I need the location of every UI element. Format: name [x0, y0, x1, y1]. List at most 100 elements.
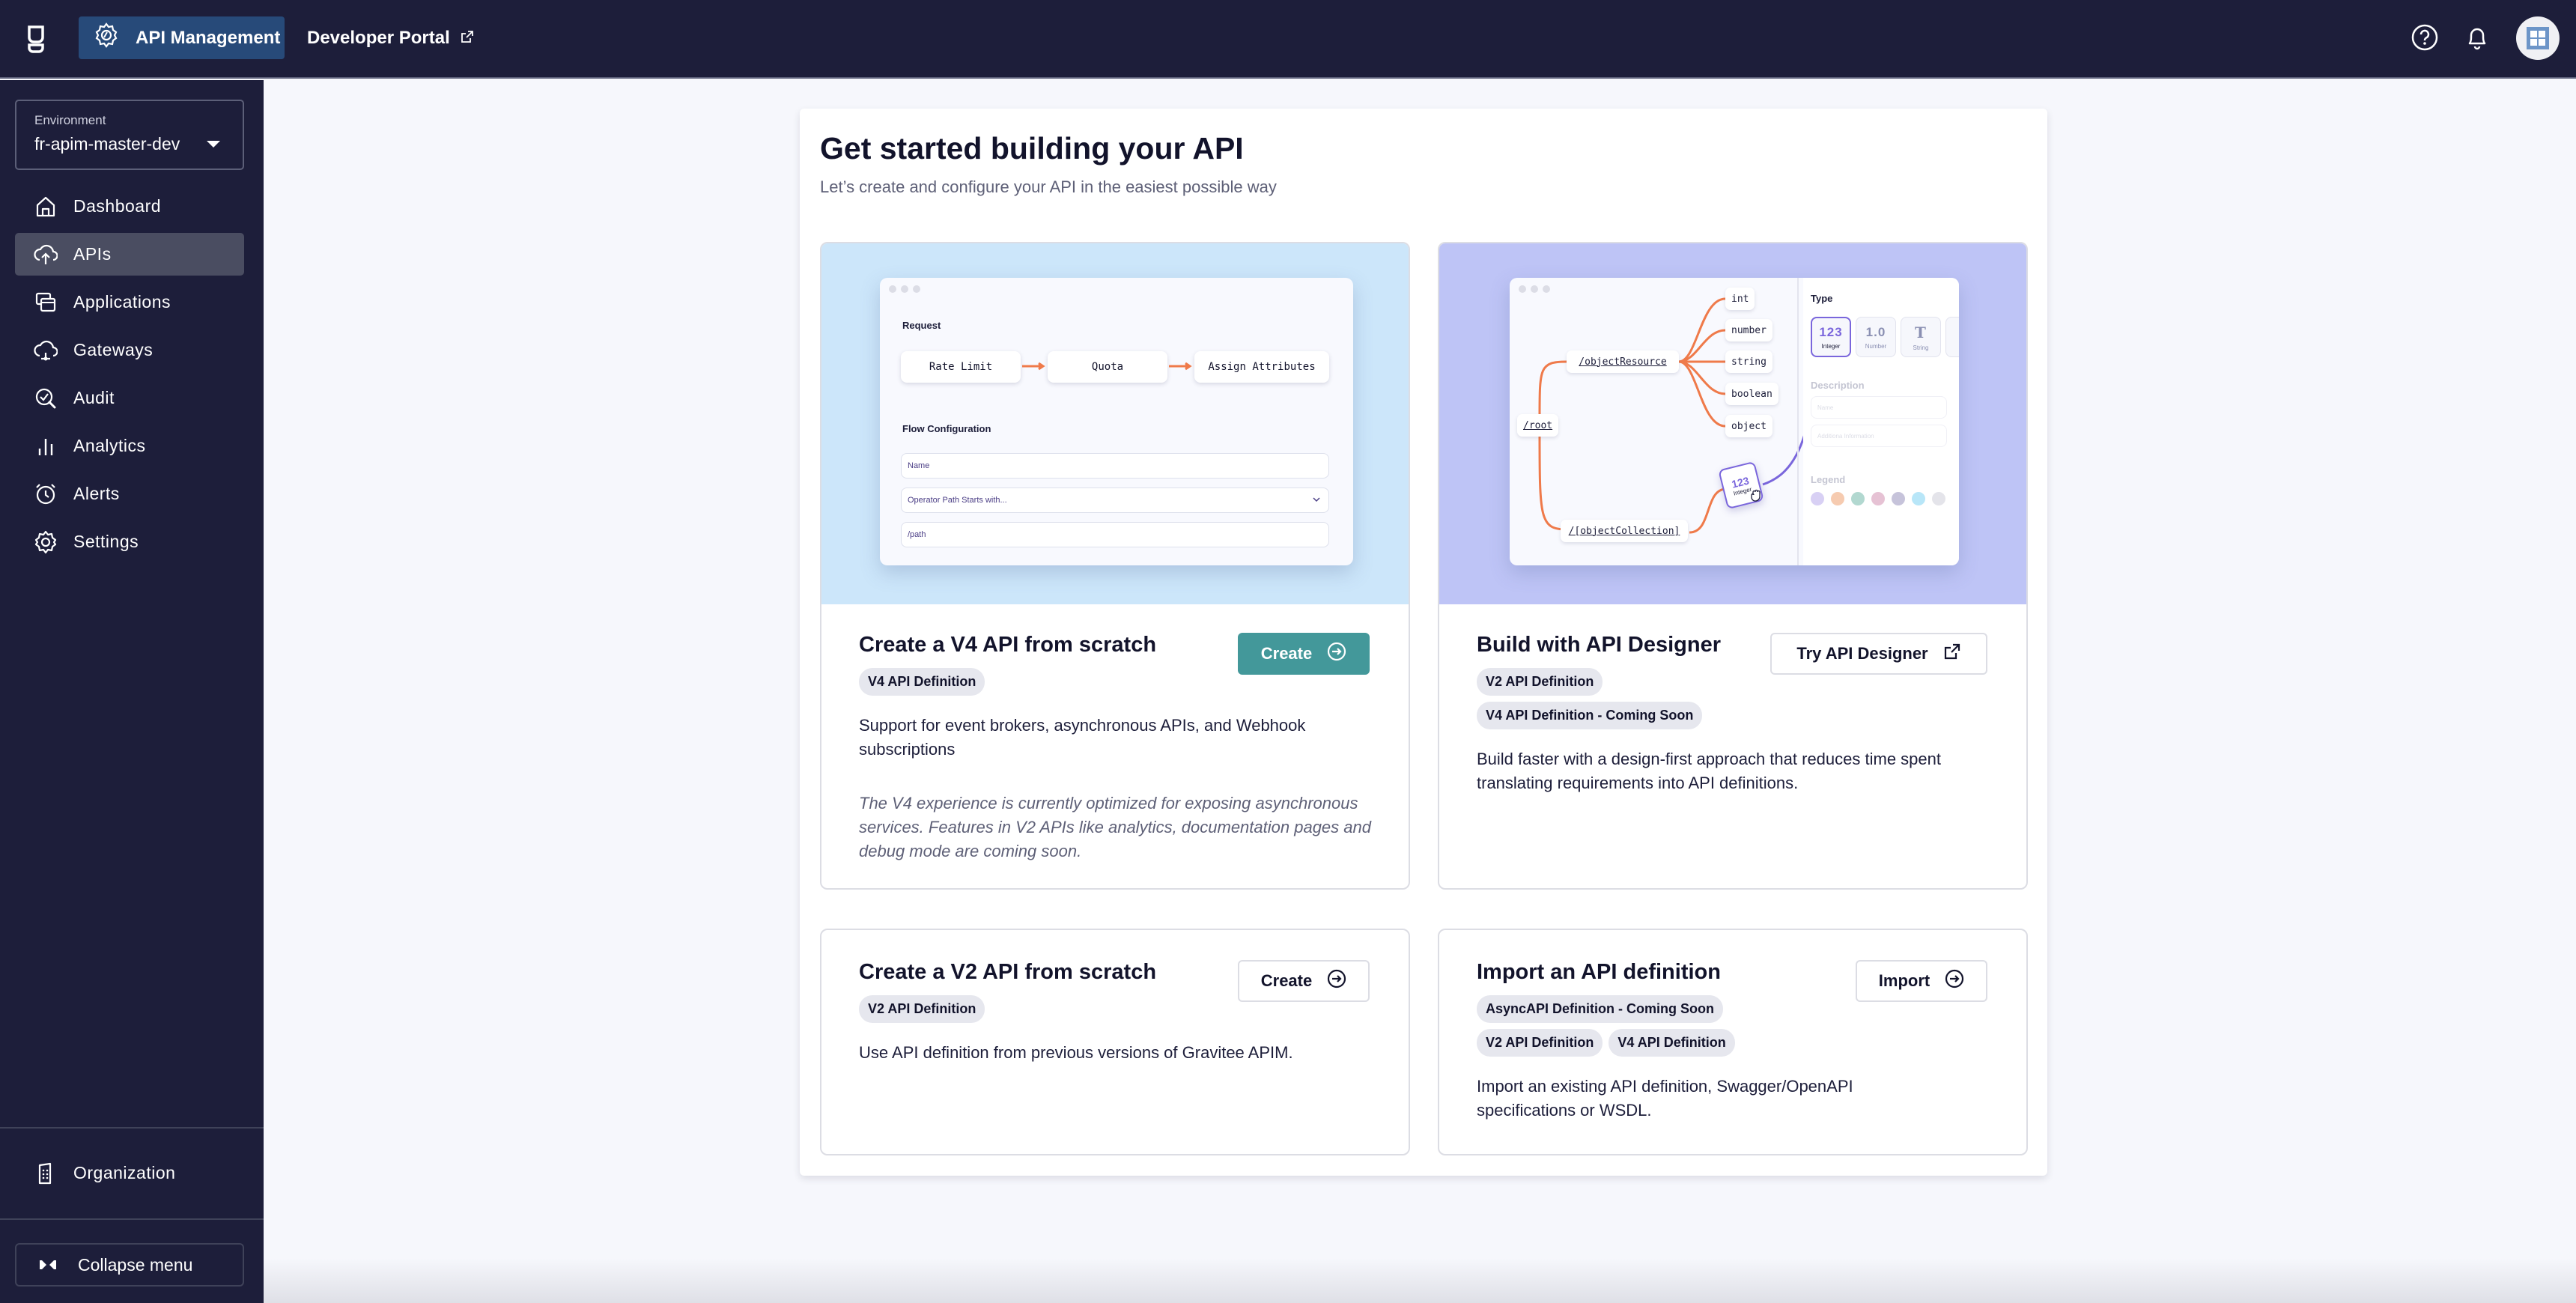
sidebar-item-gateways[interactable]: Gateways — [15, 329, 244, 371]
bell-icon[interactable] — [2462, 22, 2492, 52]
flow-config-label: Flow Configuration — [902, 423, 991, 434]
badge: V2 API Definition — [1477, 668, 1603, 696]
type-node: number — [1725, 319, 1772, 341]
button-label: Create — [1260, 644, 1313, 663]
collapse-menu-label: Collapse menu — [78, 1254, 193, 1275]
home-icon — [33, 194, 58, 219]
option-note: The V4 experience is currently optimized… — [859, 794, 1371, 860]
illustration-window: /root /objectResource /[objectCollection… — [1510, 278, 1959, 565]
type-chip-value: 123 — [1819, 324, 1843, 339]
try-api-designer-button[interactable]: Try API Designer — [1770, 633, 1987, 675]
legend-label: Legend — [1811, 474, 1846, 485]
sidebar-item-label: Settings — [73, 532, 139, 551]
flow-step: Quota — [1048, 351, 1167, 383]
sidebar-divider — [0, 1127, 264, 1129]
applications-icon — [33, 290, 58, 315]
sidebar-item-dashboard[interactable]: Dashboard — [15, 185, 244, 228]
environment-label: Environment — [34, 113, 106, 127]
option-card-v2: Create a V2 API from scratch V2 API Defi… — [820, 929, 1410, 1155]
gravitee-logo-icon[interactable] — [25, 24, 46, 54]
get-started-card: Get started building your API Let’s crea… — [800, 109, 2047, 1176]
help-icon[interactable] — [2410, 22, 2440, 52]
type-chip-label: Number — [1865, 342, 1887, 350]
v4-illustration: Request Rate Limit Quota Assign Attribut… — [821, 243, 1409, 604]
badge-list: V2 API Definition V4 API Definition - Co… — [1477, 668, 1866, 729]
chevron-down-icon — [1312, 495, 1321, 506]
option-card-v4: Request Rate Limit Quota Assign Attribut… — [820, 242, 1410, 890]
cloud-upload-icon — [33, 242, 58, 267]
sidebar-item-alerts[interactable]: Alerts — [15, 473, 244, 515]
top-bar: API Management Developer Portal — [0, 0, 2576, 79]
badge-list: V2 API Definition — [859, 995, 1248, 1023]
badge: V2 API Definition — [1477, 1029, 1603, 1057]
badge: AsyncAPI Definition - Coming Soon — [1477, 995, 1723, 1023]
sidebar-item-label: Gateways — [73, 340, 154, 359]
tree-node-resource: /objectResource — [1567, 350, 1679, 373]
arrow-circle-right-icon — [1945, 969, 1964, 993]
type-panel: Type 123 Integer 1.0 Number T String Boo De… — [1803, 278, 1959, 565]
description-field: Additiona Information — [1811, 425, 1947, 447]
option-description: Import an existing API definition, Swagg… — [1477, 1077, 1853, 1120]
sidebar-item-apis[interactable]: APIs — [15, 233, 244, 276]
caret-down-icon — [207, 141, 220, 148]
sidebar-item-label: Applications — [73, 292, 171, 312]
sidebar-item-audit[interactable]: Audit — [15, 377, 244, 419]
sidebar-item-settings[interactable]: Settings — [15, 520, 244, 563]
panel-divider — [1797, 278, 1799, 565]
developer-portal-link[interactable]: Developer Portal — [307, 16, 474, 59]
legend-color-dot — [1871, 492, 1885, 505]
environment-select[interactable]: Environment fr-apim-master-dev — [15, 100, 244, 170]
sidebar-item-label: Audit — [73, 388, 115, 407]
tree-node-collection: /[objectCollection] — [1561, 520, 1688, 542]
external-link-icon — [1943, 643, 1961, 665]
type-node: object — [1725, 415, 1772, 437]
option-description: Support for event brokers, asynchronous … — [859, 716, 1306, 759]
type-chip-integer: 123 Integer — [1811, 317, 1851, 357]
legend-color-dot — [1912, 492, 1925, 505]
grab-hand-icon — [1751, 489, 1763, 506]
gateway-cloud-icon — [33, 338, 58, 363]
bar-chart-icon — [33, 434, 58, 459]
avatar-icon[interactable] — [2516, 16, 2560, 60]
illustration-window: Request Rate Limit Quota Assign Attribut… — [880, 278, 1353, 565]
legend-color-dot — [1892, 492, 1905, 505]
building-icon — [33, 1161, 58, 1186]
create-v2-button[interactable]: Create — [1238, 960, 1370, 1002]
type-chip-boolean: Boo — [1945, 317, 1959, 357]
legend-color-dot — [1932, 492, 1945, 505]
badge-list: V4 API Definition — [859, 668, 1248, 696]
description-field: Name — [1811, 396, 1947, 419]
illustration-field-text: Operator Path Starts with... — [908, 496, 1007, 505]
audit-search-icon — [33, 386, 58, 411]
import-button[interactable]: Import — [1856, 960, 1987, 1002]
illustration-field: /path — [901, 522, 1329, 547]
legend-color-dot — [1831, 492, 1844, 505]
sidebar-item-analytics[interactable]: Analytics — [15, 425, 244, 467]
button-label: Try API Designer — [1796, 644, 1928, 663]
tree-node-root: /root — [1517, 414, 1559, 437]
flow-arrow-icon — [1169, 362, 1192, 371]
option-description: Use API definition from previous version… — [859, 1043, 1293, 1062]
page-title: Get started building your API — [820, 131, 1244, 165]
sidebar-item-applications[interactable]: Applications — [15, 281, 244, 324]
type-chip-value: 1.0 — [1865, 324, 1886, 339]
sidebar-item-label: Alerts — [73, 484, 120, 503]
sidebar-item-label: APIs — [73, 244, 112, 264]
gear-icon — [33, 529, 58, 555]
sidebar: Environment fr-apim-master-dev Dashboard… — [0, 80, 264, 1303]
sidebar-item-label: Analytics — [73, 436, 146, 455]
api-management-button[interactable]: API Management — [79, 16, 285, 59]
api-management-label: API Management — [136, 27, 281, 48]
arrow-circle-right-icon — [1327, 969, 1346, 993]
alarm-clock-icon — [33, 482, 58, 507]
type-chip-value: T — [1915, 323, 1927, 341]
illustration-field: Operator Path Starts with... — [901, 488, 1329, 513]
badge: V4 API Definition — [859, 668, 985, 696]
sidebar-item-organization[interactable]: Organization — [15, 1152, 244, 1194]
arrow-circle-right-icon — [1327, 642, 1346, 666]
flow-arrow-icon — [1022, 362, 1045, 371]
create-v4-button[interactable]: Create — [1238, 633, 1370, 675]
collapse-menu-button[interactable]: Collapse menu — [15, 1243, 244, 1287]
type-chip-label: Integer — [1821, 342, 1841, 350]
sidebar-item-label: Dashboard — [73, 196, 162, 216]
